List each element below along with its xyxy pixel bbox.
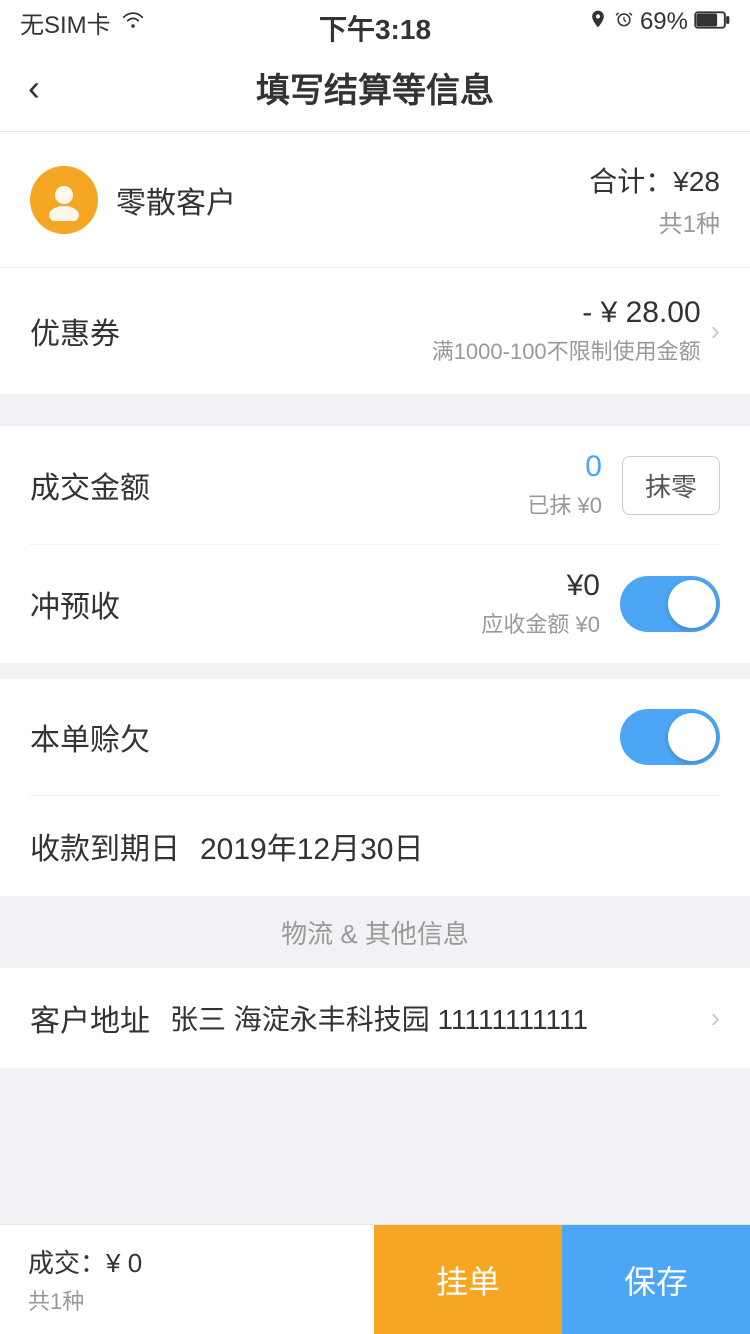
carrier-label: 无SIM卡 — [20, 5, 111, 40]
due-date-row: 收款到期日 2019年12月30日 — [30, 796, 720, 896]
transaction-value: 0 已抹 ¥0 — [527, 450, 602, 520]
wifi-icon — [119, 8, 147, 36]
transaction-right: 0 已抹 ¥0 抹零 — [527, 450, 720, 520]
avatar — [30, 166, 98, 234]
transaction-label: 成交金额 — [30, 463, 150, 507]
total-amount: 合计：¥28 — [589, 160, 720, 200]
prepaid-row: 冲预收 ¥0 应收金额 ¥0 — [30, 545, 720, 663]
prepaid-value: ¥0 应收金额 ¥0 — [481, 569, 600, 639]
coupon-discount: - ¥ 28.00 — [432, 296, 701, 330]
pending-button[interactable]: 挂单 — [374, 1225, 562, 1334]
prepaid-amount: ¥0 — [481, 569, 600, 603]
customer-total: 合计：¥28 共1种 — [589, 160, 720, 239]
bottom-bar: 成交：¥ 0 共1种 挂单 保存 — [0, 1224, 750, 1334]
logistics-header: 物流 & 其他信息 — [0, 896, 750, 968]
bottom-deal-amount: 成交：¥ 0 — [28, 1243, 346, 1280]
divider-1 — [0, 410, 750, 426]
customer-section: 零散客户 合计：¥28 共1种 优惠券 - ¥ 28.00 满1000-100不… — [0, 132, 750, 394]
debt-section: 本单赊欠 收款到期日 2019年12月30日 — [0, 679, 750, 896]
customer-row: 零散客户 合计：¥28 共1种 — [0, 132, 750, 267]
status-bar: 无SIM卡 下午3:18 69% — [0, 0, 750, 44]
due-date-value: 2019年12月30日 — [200, 824, 423, 868]
toggle-knob — [668, 580, 716, 628]
debt-toggle-knob — [668, 713, 716, 761]
transaction-row: 成交金额 0 已抹 ¥0 抹零 — [30, 426, 720, 545]
alarm-icon — [614, 8, 634, 36]
back-button[interactable]: ‹ — [28, 67, 40, 109]
address-section: 客户地址 张三 海淀永丰科技园 11111111111 › — [0, 968, 750, 1068]
debt-row: 本单赊欠 — [30, 679, 720, 796]
roundup-button[interactable]: 抹零 — [622, 456, 720, 515]
transaction-sub: 已抹 ¥0 — [527, 488, 602, 520]
save-button[interactable]: 保存 — [562, 1225, 750, 1334]
customer-name: 零散客户 — [116, 178, 236, 222]
coupon-desc: 满1000-100不限制使用金额 — [432, 334, 701, 366]
divider-2 — [0, 663, 750, 679]
prepaid-label: 冲预收 — [30, 582, 120, 626]
coupon-chevron-icon: › — [711, 315, 720, 347]
bottom-deal-label: 成交： — [28, 1248, 106, 1278]
bottom-info: 成交：¥ 0 共1种 — [0, 1243, 374, 1316]
logistics-title: 物流 & 其他信息 — [281, 914, 469, 951]
status-right: 69% — [588, 8, 730, 36]
coupon-right: - ¥ 28.00 满1000-100不限制使用金额 › — [432, 296, 720, 366]
status-time: 下午3:18 — [319, 8, 431, 48]
coupon-label: 优惠券 — [30, 309, 120, 353]
customer-info: 零散客户 — [30, 166, 236, 234]
page-title: 填写结算等信息 — [256, 63, 494, 112]
nav-bar: ‹ 填写结算等信息 — [0, 44, 750, 132]
transaction-section: 成交金额 0 已抹 ¥0 抹零 冲预收 ¥0 应收金额 ¥0 — [0, 426, 750, 663]
debt-toggle[interactable] — [620, 709, 720, 765]
transaction-amount: 0 — [527, 450, 602, 484]
address-row[interactable]: 客户地址 张三 海淀永丰科技园 11111111111 › — [30, 968, 720, 1068]
total-count: 共1种 — [589, 204, 720, 239]
prepaid-toggle[interactable] — [620, 576, 720, 632]
coupon-value: - ¥ 28.00 满1000-100不限制使用金额 — [432, 296, 701, 366]
debt-label: 本单赊欠 — [30, 715, 150, 759]
prepaid-sub: 应收金额 ¥0 — [481, 607, 600, 639]
prepaid-right: ¥0 应收金额 ¥0 — [481, 569, 720, 639]
battery-label: 69% — [640, 8, 688, 36]
address-value: 张三 海淀永丰科技园 11111111111 — [170, 998, 701, 1038]
bottom-deal-value: ¥ 0 — [106, 1248, 142, 1278]
status-left: 无SIM卡 — [20, 5, 147, 40]
battery-icon — [694, 8, 730, 36]
bottom-count: 共1种 — [28, 1284, 346, 1316]
address-chevron-icon: › — [711, 1002, 720, 1034]
address-label: 客户地址 — [30, 996, 150, 1040]
location-icon — [588, 8, 608, 36]
coupon-row[interactable]: 优惠券 - ¥ 28.00 满1000-100不限制使用金额 › — [0, 267, 750, 394]
due-date-label: 收款到期日 — [30, 824, 180, 868]
